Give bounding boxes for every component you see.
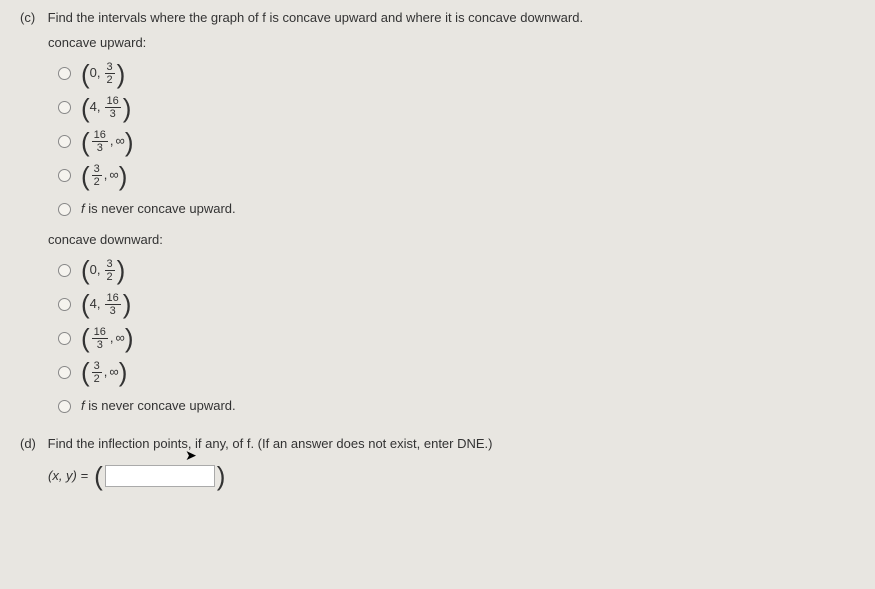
radio-button[interactable]	[58, 135, 71, 148]
option-label: (0,32)	[81, 257, 125, 283]
radio-button[interactable]	[58, 366, 71, 379]
radio-button[interactable]	[58, 264, 71, 277]
option-label: (163,∞)	[81, 325, 134, 351]
upward-option[interactable]: (0,32)	[58, 60, 855, 88]
radio-button[interactable]	[58, 332, 71, 345]
upward-option[interactable]: (4,163)	[58, 94, 855, 122]
downward-option[interactable]: (32,∞)	[58, 358, 855, 386]
downward-option[interactable]: (4,163)	[58, 290, 855, 318]
part-d: (d) Find the inflection points, if any, …	[20, 434, 855, 489]
part-c-label: (c)	[20, 8, 44, 29]
close-paren: )	[217, 463, 226, 489]
inflection-input-row: (x, y) = ( )	[48, 463, 855, 489]
fraction: 32	[105, 61, 115, 86]
radio-button[interactable]	[58, 400, 71, 413]
radio-button[interactable]	[58, 203, 71, 216]
radio-button[interactable]	[58, 67, 71, 80]
option-label: (32,∞)	[81, 359, 127, 385]
open-paren: (	[94, 463, 103, 489]
radio-button[interactable]	[58, 101, 71, 114]
option-label: (0,32)	[81, 61, 125, 87]
option-label: (163,∞)	[81, 129, 134, 155]
fraction: 163	[105, 95, 121, 120]
part-d-prompt: Find the inflection points, if any, of f…	[48, 434, 493, 455]
fraction: 32	[92, 360, 102, 385]
option-label: (32,∞)	[81, 163, 127, 189]
downward-option-never[interactable]: f is never concave upward.	[58, 392, 855, 420]
part-d-label: (d)	[20, 434, 44, 455]
upward-option[interactable]: (32,∞)	[58, 162, 855, 190]
fraction: 163	[92, 326, 108, 351]
concave-upward-heading: concave upward:	[48, 33, 855, 54]
upward-option[interactable]: (163,∞)	[58, 128, 855, 156]
fraction: 163	[105, 292, 121, 317]
downward-option[interactable]: (0,32)	[58, 256, 855, 284]
radio-button[interactable]	[58, 298, 71, 311]
downward-option[interactable]: (163,∞)	[58, 324, 855, 352]
part-c: (c) Find the intervals where the graph o…	[20, 8, 855, 420]
radio-button[interactable]	[58, 169, 71, 182]
cursor-icon: ➤	[185, 444, 197, 466]
upward-option-never[interactable]: f is never concave upward.	[58, 196, 855, 224]
fraction: 32	[105, 258, 115, 283]
xy-label: (x, y) =	[48, 466, 88, 487]
downward-options: (0,32) (4,163) (163,∞) (32,∞) f is never con…	[58, 256, 855, 420]
inflection-input[interactable]	[105, 465, 215, 487]
option-label: (4,163)	[81, 95, 131, 121]
option-label: f is never concave upward.	[81, 199, 236, 220]
fraction: 32	[92, 163, 102, 188]
upward-options: (0,32) (4,163) (163,∞) (32,∞) f is never con…	[58, 60, 855, 224]
concave-downward-heading: concave downward:	[48, 230, 855, 251]
part-c-prompt: Find the intervals where the graph of f …	[48, 8, 583, 29]
option-label: f is never concave upward.	[81, 396, 236, 417]
fraction: 163	[92, 129, 108, 154]
option-label: (4,163)	[81, 291, 131, 317]
